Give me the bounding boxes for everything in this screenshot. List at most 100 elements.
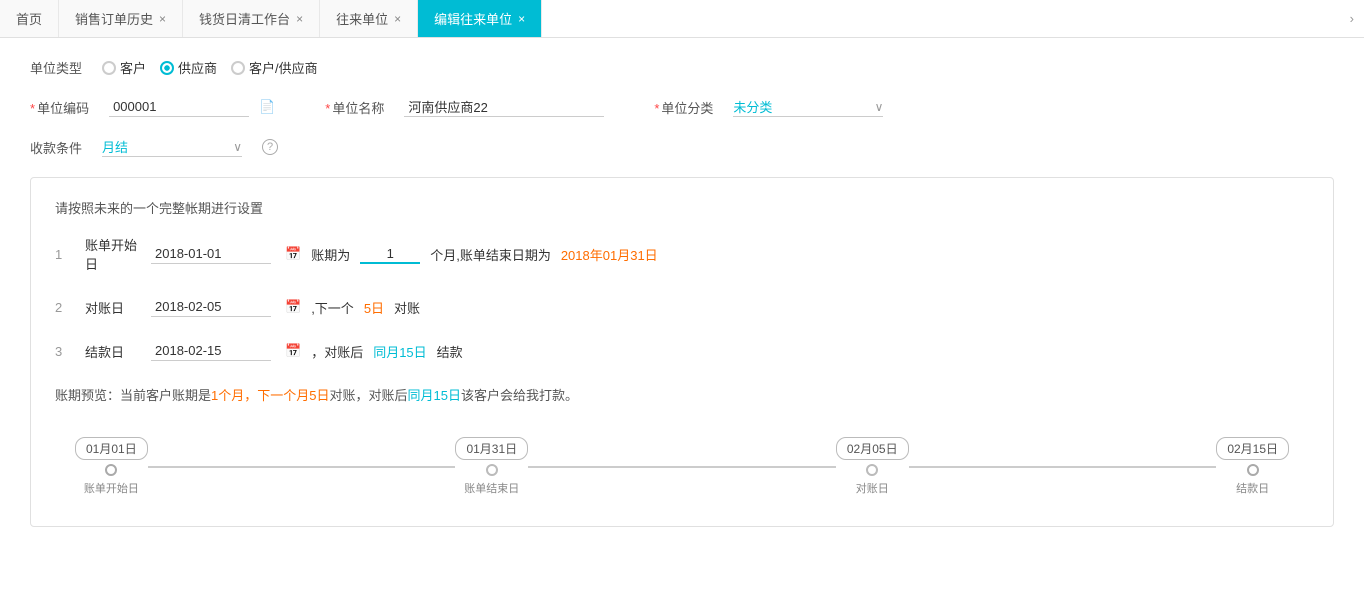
tab-home-label: 首页 — [16, 9, 42, 28]
tab-partner-units-close[interactable]: × — [394, 12, 401, 26]
unit-type-label: 单位类型 — [30, 58, 82, 77]
row2-highlight-day: 5日 — [364, 298, 384, 317]
timeline-sublabel-1: 账单结束日 — [464, 480, 519, 496]
row3-suffix-after: 结款 — [437, 342, 463, 361]
unit-category-value: 未分类 — [733, 97, 870, 116]
radio-customer-supplier[interactable]: 客户/供应商 — [231, 58, 318, 77]
tab-edit-partner-unit-close[interactable]: × — [518, 12, 525, 26]
row2-suffix-before: ,下一个 — [311, 298, 354, 317]
timeline-label-1: 01月31日 — [455, 437, 528, 460]
row1-suffix-before: 账期为 — [311, 245, 350, 264]
row3-suffix-before: ，对账后 — [311, 342, 363, 361]
tab-edit-partner-unit[interactable]: 编辑往来单位 × — [418, 0, 542, 37]
timeline-dot-0 — [105, 464, 117, 476]
payment-terms-chevron-icon: ∨ — [233, 140, 242, 154]
payment-terms-row: 收款条件 月结 ∨ ? — [30, 137, 1334, 157]
section-title: 请按照未来的一个完整帐期进行设置 — [55, 198, 1309, 217]
timeline-line-0 — [148, 466, 456, 468]
help-icon[interactable]: ? — [262, 139, 278, 155]
chevron-right-icon: › — [1350, 11, 1354, 26]
timeline-sublabel-2: 对账日 — [856, 480, 889, 496]
timeline-node-1: 01月31日 账单结束日 — [455, 437, 528, 496]
row-num-2: 2 — [55, 300, 75, 315]
period-value-input[interactable] — [360, 245, 420, 264]
timeline-label-0: 01月01日 — [75, 437, 148, 460]
unit-name-input[interactable] — [404, 97, 604, 117]
unit-name-label: *单位名称 — [325, 98, 384, 117]
timeline-sublabel-3: 结款日 — [1236, 480, 1269, 496]
radio-supplier-label: 供应商 — [178, 58, 217, 77]
radio-customer-supplier-circle — [231, 61, 245, 75]
preview-part2: 下一个月5日 — [257, 388, 329, 403]
date-input-2[interactable] — [151, 297, 271, 317]
radio-supplier-circle — [160, 61, 174, 75]
unit-code-field-group: 📄 — [109, 97, 275, 117]
tab-edit-partner-unit-label: 编辑往来单位 — [434, 9, 512, 28]
tab-partner-units-label: 往来单位 — [336, 9, 388, 28]
main-content: 单位类型 客户 供应商 客户/供应商 *单位编码 📄 — [0, 38, 1364, 608]
required-star-name: * — [325, 101, 330, 116]
calendar-icon-1[interactable]: 📅 — [285, 246, 301, 262]
unit-category-select[interactable]: 未分类 ∨ — [733, 97, 883, 117]
payment-terms-value: 月结 — [102, 137, 229, 156]
timeline-dot-3 — [1247, 464, 1259, 476]
row-num-3: 3 — [55, 344, 75, 359]
timeline-label-3: 02月15日 — [1216, 437, 1289, 460]
radio-customer-supplier-label: 客户/供应商 — [249, 58, 318, 77]
tab-bar: 首页 销售订单历史 × 钱货日清工作台 × 往来单位 × 编辑往来单位 × › — [0, 0, 1364, 38]
row-num-1: 1 — [55, 247, 75, 262]
tab-sales-order-history-label: 销售订单历史 — [75, 9, 153, 28]
unit-code-icon[interactable]: 📄 — [259, 99, 275, 115]
timeline-label-2: 02月05日 — [836, 437, 909, 460]
preview-part3: 对账，对账后 — [329, 388, 407, 403]
section-box: 请按照未来的一个完整帐期进行设置 1 账单开始日 📅 账期为 个月,账单结束日期… — [30, 177, 1334, 527]
tab-sales-order-history[interactable]: 销售订单历史 × — [59, 0, 183, 37]
date-input-1[interactable] — [151, 244, 271, 264]
row-type-1: 账单开始日 — [85, 235, 141, 273]
timeline-dot-2 — [866, 464, 878, 476]
preview-text: 账期预览：当前客户账期是1个月，下一个月5日对账，对账后同月15日该客户会给我打… — [55, 385, 1309, 407]
timeline-line-1 — [528, 466, 836, 468]
preview-part1: 1个月， — [211, 388, 257, 403]
unit-code-input[interactable] — [109, 97, 249, 117]
row-type-2: 对账日 — [85, 298, 141, 317]
calendar-icon-2[interactable]: 📅 — [285, 299, 301, 315]
radio-customer-circle — [102, 61, 116, 75]
tab-expand-button[interactable]: › — [1340, 0, 1364, 37]
unit-type-radio-group: 客户 供应商 客户/供应商 — [102, 58, 318, 77]
timeline-node-0: 01月01日 账单开始日 — [75, 437, 148, 496]
tab-home[interactable]: 首页 — [0, 0, 59, 37]
preview-part5: 该客户会给我打款。 — [461, 388, 578, 403]
preview-part4: 同月15日 — [408, 388, 461, 403]
tab-cashflow-workbench[interactable]: 钱货日清工作台 × — [183, 0, 320, 37]
payment-terms-label: 收款条件 — [30, 138, 82, 157]
radio-supplier[interactable]: 供应商 — [160, 58, 217, 77]
tab-sales-order-history-close[interactable]: × — [159, 12, 166, 26]
setting-row-3: 3 结款日 📅 ，对账后同月15日结款 — [55, 341, 1309, 361]
radio-customer[interactable]: 客户 — [102, 58, 146, 77]
unit-category-chevron-icon: ∨ — [875, 100, 884, 114]
row1-suffix-after: 个月,账单结束日期为 — [430, 245, 551, 264]
unit-code-label: *单位编码 — [30, 98, 89, 117]
row-type-3: 结款日 — [85, 342, 141, 361]
row2-suffix-after: 对账 — [394, 298, 420, 317]
date-input-3[interactable] — [151, 341, 271, 361]
unit-category-label: *单位分类 — [654, 98, 713, 117]
timeline-line-2 — [909, 466, 1217, 468]
row1-highlight-date: 2018年01月31日 — [561, 245, 658, 264]
unit-info-row: *单位编码 📄 *单位名称 *单位分类 未分类 ∨ — [30, 97, 1334, 117]
timeline-node-2: 02月05日 对账日 — [836, 437, 909, 496]
tab-cashflow-workbench-close[interactable]: × — [296, 12, 303, 26]
calendar-icon-3[interactable]: 📅 — [285, 343, 301, 359]
timeline-sublabel-0: 账单开始日 — [84, 480, 139, 496]
timeline-dot-1 — [486, 464, 498, 476]
timeline: 01月01日 账单开始日 01月31日 账单结束日 02月05日 对账日 02月… — [55, 427, 1309, 506]
unit-type-row: 单位类型 客户 供应商 客户/供应商 — [30, 58, 1334, 77]
setting-row-1: 1 账单开始日 📅 账期为 个月,账单结束日期为 2018年01月31日 — [55, 235, 1309, 273]
row3-highlight-text: 同月15日 — [373, 342, 426, 361]
tab-partner-units[interactable]: 往来单位 × — [320, 0, 418, 37]
required-star-code: * — [30, 101, 35, 116]
payment-terms-select[interactable]: 月结 ∨ — [102, 137, 242, 157]
tab-cashflow-workbench-label: 钱货日清工作台 — [199, 9, 290, 28]
required-star-category: * — [654, 101, 659, 116]
